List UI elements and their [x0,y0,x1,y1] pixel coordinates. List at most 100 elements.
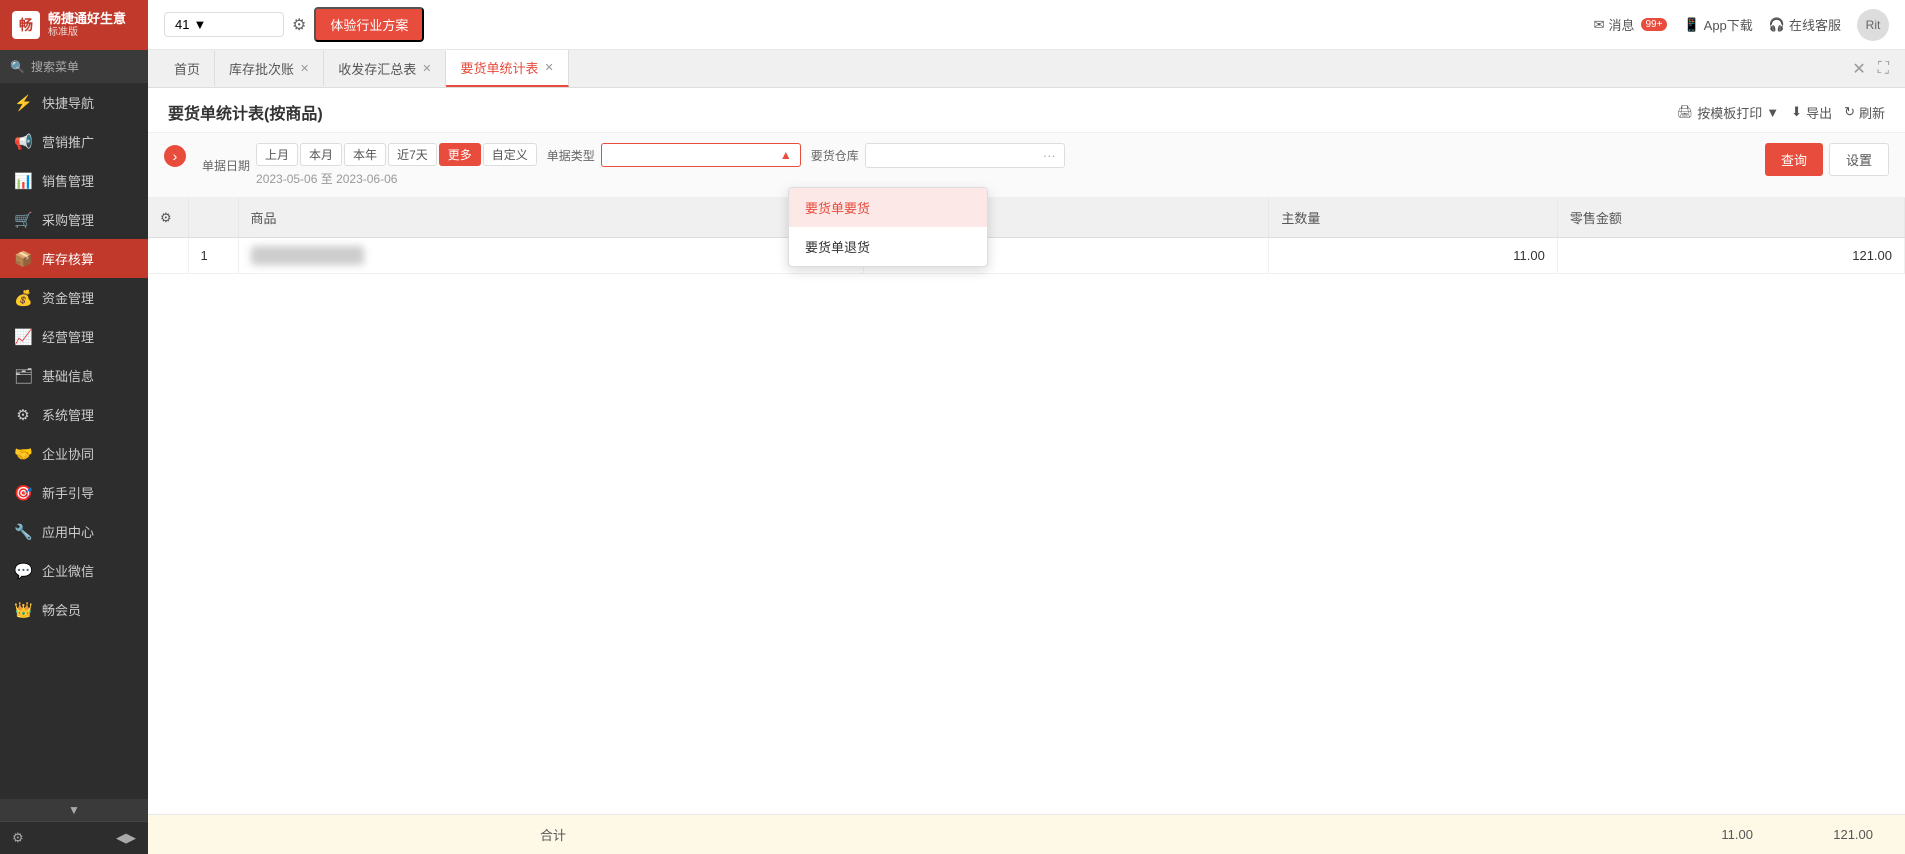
sidebar-item-label: 库存核算 [42,249,94,268]
date-btn-this-year[interactable]: 本年 [344,143,386,166]
tab-label: 库存批次账 [229,59,294,78]
tab-label: 首页 [174,59,200,78]
industry-btn[interactable]: 体验行业方案 [314,7,424,42]
app-download-btn[interactable]: 📱 App下载 [1683,15,1752,34]
print-expand-icon: ▼ [1766,105,1779,120]
sidebar-item-purchase[interactable]: 🛒 采购管理 [0,200,148,239]
sidebar-item-member[interactable]: 👑 畅会员 [0,590,148,629]
tab-bar: 首页 库存批次账 ✕ 收发存汇总表 ✕ 要货单统计表 ✕ ✕ ⛶ [148,50,1905,88]
sidebar-item-guide[interactable]: 🎯 新手引导 [0,473,148,512]
filter-bar: › 单据日期 上月 本月 本年 近7天 更多 自定义 2023 [148,133,1905,198]
basic-icon: 🗂 [14,367,32,385]
date-btn-custom[interactable]: 自定义 [483,143,537,166]
sidebar-item-system[interactable]: ⚙ 系统管理 [0,395,148,434]
type-label: 单据类型 [547,147,595,164]
guide-icon: 🎯 [14,484,32,502]
enterprise-icon: 🤝 [14,445,32,463]
export-label: 导出 [1806,103,1832,122]
tab-close-icon[interactable]: ✕ [422,62,431,75]
sidebar-item-label: 应用中心 [42,522,94,541]
collapse-icon[interactable]: ◀▶ [116,830,136,846]
sidebar-item-operation[interactable]: 📈 经营管理 [0,317,148,356]
date-label: 单据日期 [202,157,250,174]
settings-icon[interactable]: ⚙ [12,830,24,846]
type-selector[interactable]: ▲ [601,143,801,167]
tab-home[interactable]: 首页 [160,51,215,86]
sidebar-item-basic[interactable]: 🗂 基础信息 [0,356,148,395]
online-service-label: 在线客服 [1789,15,1841,34]
page-header: 要货单统计表(按商品) 🖨 按模板打印 ▼ ⬇ 导出 ↻ 刷新 [148,88,1905,133]
sidebar-item-label: 资金管理 [42,288,94,307]
sidebar-header: 畅 畅捷通好生意 标准版 [0,0,148,50]
sidebar-item-inventory[interactable]: 📦 库存核算 [0,239,148,278]
sidebar-item-label: 经营管理 [42,327,94,346]
date-range-display: 2023-05-06 至 2023-06-06 [256,170,537,187]
user-avatar[interactable]: Rit [1857,9,1889,41]
store-selector[interactable]: 41 ▼ [164,12,284,37]
data-table: ⚙ 商品 主计量单位 主数量 零售金额 1 ████████ [148,198,1905,274]
tab-label: 要货单统计表 [460,58,538,77]
dropdown-item-requisition-return[interactable]: 要货单退货 [789,227,987,266]
topbar: 41 ▼ ⚙ 体验行业方案 ✉ 消息 99+ 📱 App下载 🎧 在线客服 Ri… [148,0,1905,50]
wechat-icon: 💬 [14,562,32,580]
sidebar-item-label: 基础信息 [42,366,94,385]
sidebar-search[interactable]: 🔍 搜索菜单 [0,50,148,83]
footer-amount: 121.00 [1793,827,1893,842]
tab-batch-account[interactable]: 库存批次账 ✕ [215,51,324,86]
sidebar-item-label: 企业微信 [42,561,94,580]
sidebar-item-enterprise[interactable]: 🤝 企业协同 [0,434,148,473]
filter-group: 单据日期 上月 本月 本年 近7天 更多 自定义 2023-05-06 至 20… [202,143,1749,187]
date-btn-last-month[interactable]: 上月 [256,143,298,166]
sidebar-item-finance[interactable]: 💰 资金管理 [0,278,148,317]
sidebar-item-label: 采购管理 [42,210,94,229]
sales-icon: 📊 [14,172,32,190]
tab-collect-summary[interactable]: 收发存汇总表 ✕ [324,51,446,86]
service-icon: 🎧 [1769,17,1785,33]
sidebar-item-marketing[interactable]: 📢 营销推广 [0,122,148,161]
date-btn-last-7days[interactable]: 近7天 [388,143,437,166]
td-quantity: 11.00 [1269,238,1558,274]
th-settings[interactable]: ⚙ [148,198,188,238]
print-template-btn[interactable]: 🖨 按模板打印 ▼ [1677,103,1779,122]
tab-requisition-stats[interactable]: 要货单统计表 ✕ [446,50,568,87]
type-dropdown-icon: ▲ [780,148,792,162]
sidebar-scroll-down[interactable]: ▼ [0,799,148,821]
table-row: 1 ████████ 块 11.00 121.00 [148,238,1905,274]
filter-toggle-btn[interactable]: › [164,145,186,167]
store-name: 41 [175,17,189,32]
warehouse-selector[interactable]: ··· [865,143,1065,168]
td-checkbox [148,238,188,274]
date-btn-this-month[interactable]: 本月 [300,143,342,166]
date-btn-more[interactable]: 更多 [439,143,481,166]
topbar-left: 41 ▼ ⚙ 体验行业方案 [164,7,1582,42]
settings-button[interactable]: 设置 [1829,143,1889,176]
tab-expand-btn[interactable]: ⛶ [1874,60,1893,78]
sidebar-item-quick-nav[interactable]: ⚡ 快捷导航 [0,83,148,122]
tab-close-icon[interactable]: ✕ [545,61,554,74]
quick-nav-icon: ⚡ [14,94,32,112]
table-footer: 合计 11.00 121.00 [148,814,1905,854]
refresh-btn[interactable]: ↻ 刷新 [1844,103,1885,122]
td-amount: 121.00 [1557,238,1904,274]
print-icon: 🖨 [1677,104,1694,120]
main-content: 41 ▼ ⚙ 体验行业方案 ✉ 消息 99+ 📱 App下载 🎧 在线客服 Ri… [148,0,1905,854]
messages-btn[interactable]: ✉ 消息 99+ [1594,15,1668,34]
export-icon: ⬇ [1791,104,1802,120]
sidebar-item-appstore[interactable]: 🔧 应用中心 [0,512,148,551]
tab-close-icon[interactable]: ✕ [300,62,309,75]
sidebar-item-label: 新手引导 [42,483,94,502]
footer-quantity: 11.00 [1673,827,1793,842]
online-service-btn[interactable]: 🎧 在线客服 [1769,15,1841,34]
dropdown-item-requisition-order[interactable]: 要货单要货 [789,188,987,227]
settings-gear-icon[interactable]: ⚙ [292,15,306,35]
export-btn[interactable]: ⬇ 导出 [1791,103,1832,122]
sidebar-bottom: ⚙ ◀▶ [0,821,148,854]
query-button[interactable]: 查询 [1765,143,1823,176]
sidebar-item-wechat[interactable]: 💬 企业微信 [0,551,148,590]
app-download-label: App下载 [1704,15,1753,34]
column-settings-icon[interactable]: ⚙ [160,210,172,225]
sidebar-item-sales[interactable]: 📊 销售管理 [0,161,148,200]
appstore-icon: 🔧 [14,523,32,541]
topbar-right: ✉ 消息 99+ 📱 App下载 🎧 在线客服 Rit [1594,9,1889,41]
close-all-tabs-btn[interactable]: ✕ [1844,59,1873,79]
